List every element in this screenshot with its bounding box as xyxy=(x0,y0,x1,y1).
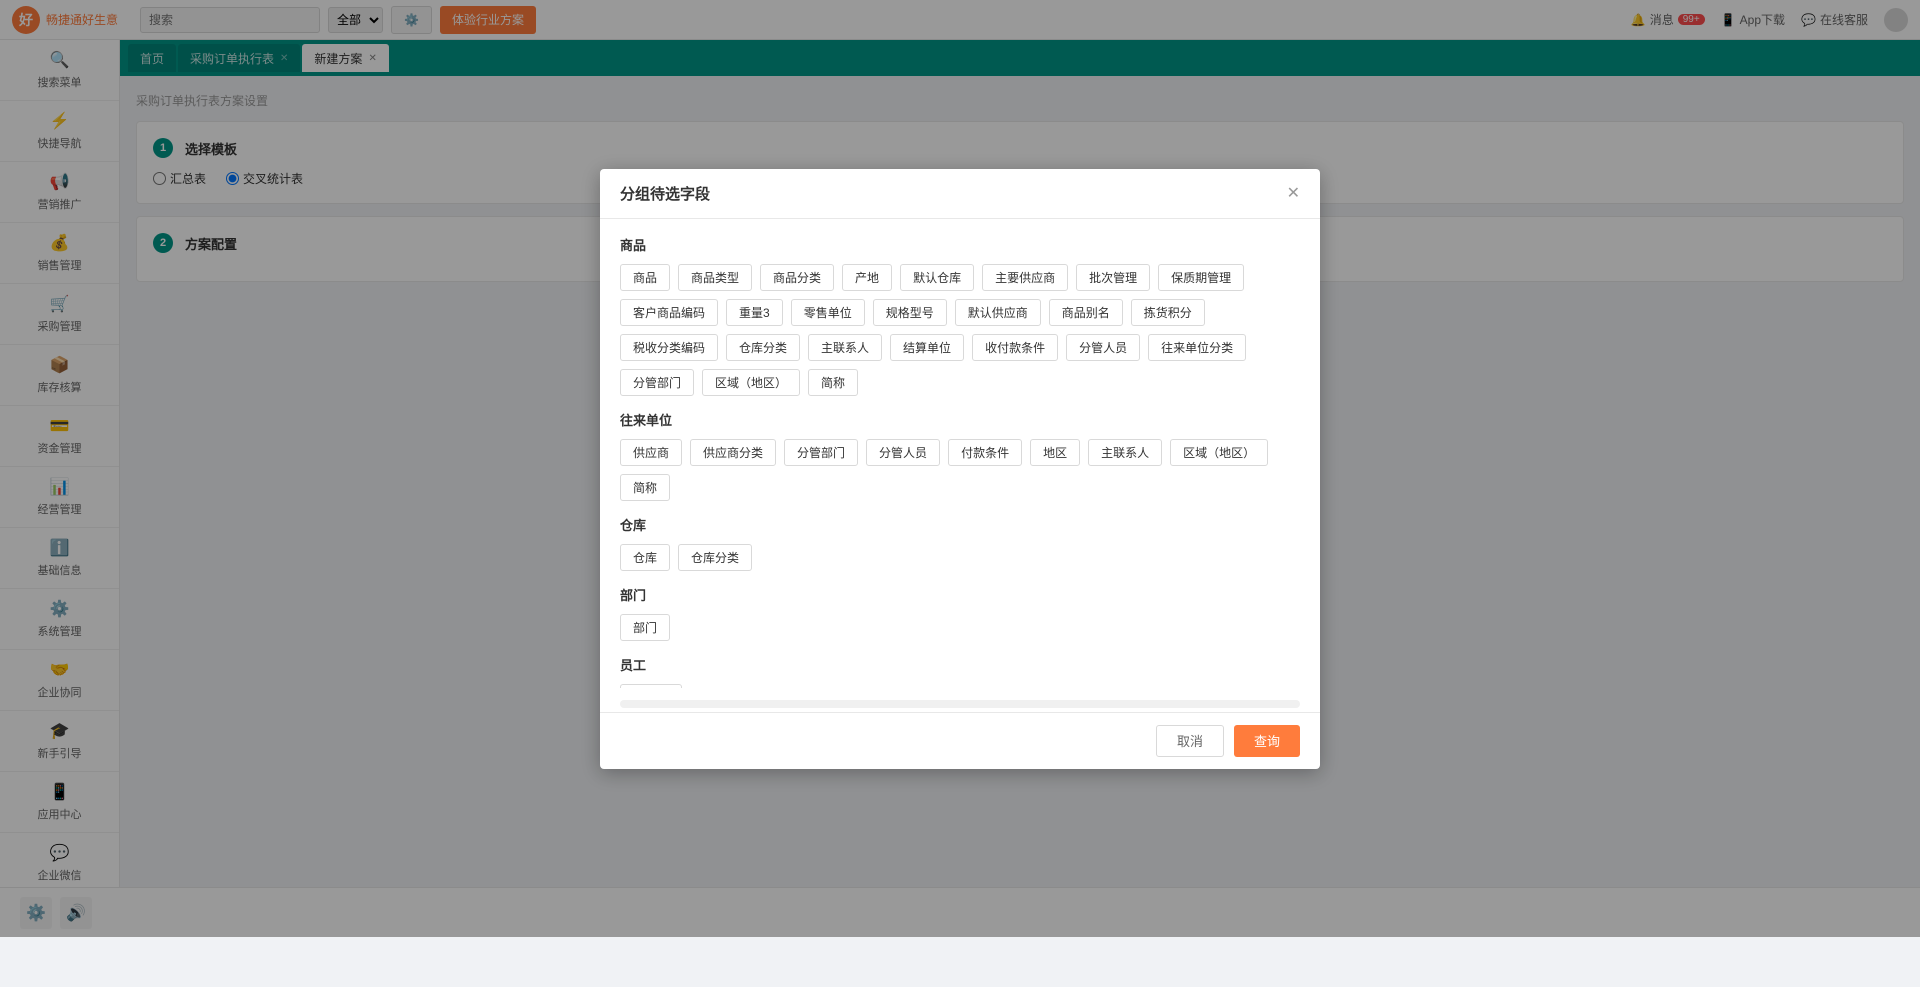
section-label-仓库: 仓库 xyxy=(620,515,1300,534)
field-tag-地区[interactable]: 地区 xyxy=(1030,439,1080,466)
field-tag-结算单位[interactable]: 结算单位 xyxy=(890,334,964,361)
modal-header: 分组待选字段 ✕ xyxy=(600,169,1320,219)
field-tag-规格型号[interactable]: 规格型号 xyxy=(873,299,947,326)
section-label-往来单位: 往来单位 xyxy=(620,410,1300,429)
field-tag-仓库分类[interactable]: 仓库分类 xyxy=(678,544,752,571)
field-tag-供应商分类[interactable]: 供应商分类 xyxy=(690,439,776,466)
horizontal-scrollbar[interactable] xyxy=(620,700,1300,708)
field-tag-重量3[interactable]: 重量3 xyxy=(726,299,783,326)
field-tag-商品分类[interactable]: 商品分类 xyxy=(760,264,834,291)
field-tag-分管部门[interactable]: 分管部门 xyxy=(620,369,694,396)
field-tag-仓库[interactable]: 仓库 xyxy=(620,544,670,571)
field-tag-分管人员[interactable]: 分管人员 xyxy=(1066,334,1140,361)
field-tag-分管部门[interactable]: 分管部门 xyxy=(784,439,858,466)
field-tag-产地[interactable]: 产地 xyxy=(842,264,892,291)
field-tag-简称[interactable]: 简称 xyxy=(808,369,858,396)
field-tag-主联系人[interactable]: 主联系人 xyxy=(808,334,882,361)
field-tag-部门[interactable]: 部门 xyxy=(620,614,670,641)
confirm-button[interactable]: 查询 xyxy=(1234,725,1300,757)
field-tag-保质期管理[interactable]: 保质期管理 xyxy=(1158,264,1244,291)
field-tag-批次管理[interactable]: 批次管理 xyxy=(1076,264,1150,291)
field-tag-主联系人[interactable]: 主联系人 xyxy=(1088,439,1162,466)
modal-close-button[interactable]: ✕ xyxy=(1287,183,1300,203)
field-tags-仓库: 仓库仓库分类 xyxy=(620,544,1300,571)
field-tag-主要供应商[interactable]: 主要供应商 xyxy=(982,264,1068,291)
field-tag-商品[interactable]: 商品 xyxy=(620,264,670,291)
field-tag-默认供应商[interactable]: 默认供应商 xyxy=(955,299,1041,326)
field-tag-客户商品编码[interactable]: 客户商品编码 xyxy=(620,299,718,326)
cancel-button[interactable]: 取消 xyxy=(1156,725,1224,757)
field-tag-付款条件[interactable]: 付款条件 xyxy=(948,439,1022,466)
modal-body: 商品商品商品类型商品分类产地默认仓库主要供应商批次管理保质期管理客户商品编码重量… xyxy=(600,219,1320,688)
section-label-部门: 部门 xyxy=(620,585,1300,604)
field-tag-区域（地区）[interactable]: 区域（地区） xyxy=(702,369,800,396)
modal-overlay: 分组待选字段 ✕ 商品商品商品类型商品分类产地默认仓库主要供应商批次管理保质期管… xyxy=(0,0,1920,937)
field-tag-税收分类编码[interactable]: 税收分类编码 xyxy=(620,334,718,361)
field-tag-简称[interactable]: 简称 xyxy=(620,474,670,501)
field-tags-往来单位: 供应商供应商分类分管部门分管人员付款条件地区主联系人区域（地区） 简称 xyxy=(620,439,1300,501)
field-tag-商品类型[interactable]: 商品类型 xyxy=(678,264,752,291)
section-label-员工: 员工 xyxy=(620,655,1300,674)
field-tag-供应商[interactable]: 供应商 xyxy=(620,439,682,466)
field-tag-零售单位[interactable]: 零售单位 xyxy=(791,299,865,326)
field-tag-默认仓库[interactable]: 默认仓库 xyxy=(900,264,974,291)
section-label-商品: 商品 xyxy=(620,235,1300,254)
field-tags-商品: 商品商品类型商品分类产地默认仓库主要供应商批次管理保质期管理客户商品编码重量3 零… xyxy=(620,264,1300,396)
modal-footer: 取消 查询 xyxy=(600,712,1320,769)
modal-title: 分组待选字段 xyxy=(620,183,710,204)
field-tag-分管人员[interactable]: 分管人员 xyxy=(866,439,940,466)
field-tag-拣货积分[interactable]: 拣货积分 xyxy=(1131,299,1205,326)
field-tag-收付款条件[interactable]: 收付款条件 xyxy=(972,334,1058,361)
field-selection-modal: 分组待选字段 ✕ 商品商品商品类型商品分类产地默认仓库主要供应商批次管理保质期管… xyxy=(600,169,1320,769)
field-tag-往来单位分类[interactable]: 往来单位分类 xyxy=(1148,334,1246,361)
field-tags-部门: 部门 xyxy=(620,614,1300,641)
field-tag-区域（地区）[interactable]: 区域（地区） xyxy=(1170,439,1268,466)
field-tag-商品别名[interactable]: 商品别名 xyxy=(1049,299,1123,326)
field-tag-仓库分类[interactable]: 仓库分类 xyxy=(726,334,800,361)
